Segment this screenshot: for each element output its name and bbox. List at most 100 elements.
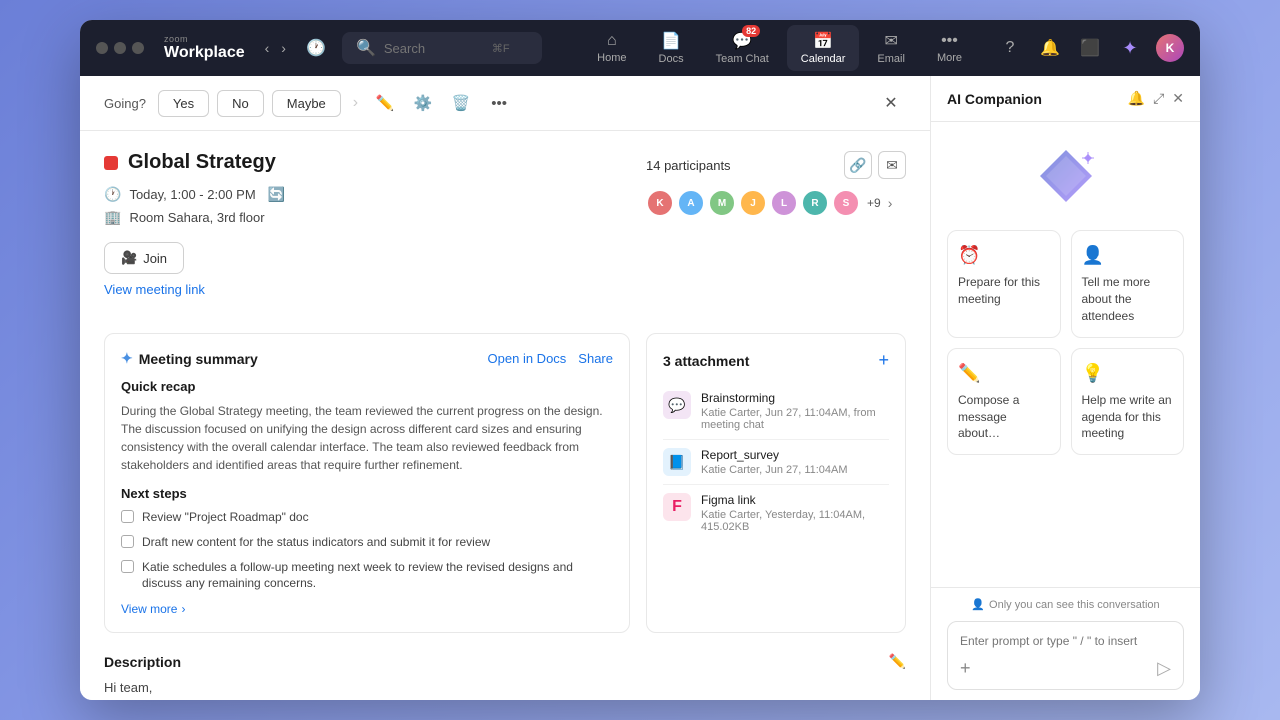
ai-title: AI Companion xyxy=(947,91,1042,107)
add-attachment-button[interactable]: + xyxy=(878,350,889,371)
participants-section: 14 participants 🔗 ✉ K A M J L xyxy=(646,151,906,217)
history-icon[interactable]: 🕐 xyxy=(302,34,330,62)
participant-avatar-7: S xyxy=(832,189,860,217)
close-light[interactable] xyxy=(96,42,108,54)
attendees-label: Tell me more about the attendees xyxy=(1082,274,1174,324)
attachment-figma-icon: F xyxy=(663,493,691,521)
search-input[interactable] xyxy=(384,41,484,56)
next-step-2: Draft new content for the status indicat… xyxy=(121,534,613,551)
tab-email[interactable]: ✉ Email xyxy=(863,25,919,71)
event-right: 14 participants 🔗 ✉ K A M J L xyxy=(646,151,906,297)
participant-avatar-2: A xyxy=(677,189,705,217)
attachments-card: 3 attachment + 💬 Brainstorming Katie Car… xyxy=(646,333,906,633)
join-button[interactable]: 🎥 Join xyxy=(104,242,184,274)
edit-description-icon[interactable]: ✏️ xyxy=(889,653,906,670)
chat-badge: 82 xyxy=(742,25,760,37)
attachment-1-meta: Katie Carter, Jun 27, 11:04AM, from meet… xyxy=(701,407,889,431)
settings-icon[interactable]: ⚙️ xyxy=(408,88,438,118)
minimize-light[interactable] xyxy=(114,42,126,54)
attachment-doc-icon: 📘 xyxy=(663,448,691,476)
search-bar[interactable]: 🔍 ⌘F xyxy=(342,32,542,64)
copy-link-button[interactable]: 🔗 xyxy=(844,151,872,179)
tab-team-chat[interactable]: 💬 82 Team Chat xyxy=(702,25,783,71)
ai-info-icon[interactable]: 🔔 xyxy=(1128,90,1145,107)
ai-add-button[interactable]: + xyxy=(960,658,971,679)
event-title: Global Strategy xyxy=(128,151,276,174)
rsvp-no-button[interactable]: No xyxy=(217,90,264,117)
zoom-brand: zoom Workplace xyxy=(164,34,245,62)
ai-suggestion-compose[interactable]: ✏️ Compose a message about… xyxy=(947,348,1061,456)
search-shortcut: ⌘F xyxy=(492,42,510,55)
event-details: Global Strategy 🕐 Today, 1:00 - 2:00 PM … xyxy=(80,131,930,317)
event-location: Room Sahara, 3rd floor xyxy=(129,210,264,225)
clock-icon: 🕐 xyxy=(104,186,121,203)
back-arrow[interactable]: ‹ xyxy=(261,38,274,58)
ai-send-button[interactable]: ▷ xyxy=(1157,658,1171,679)
ai-sparkle-icon[interactable]: ✦ xyxy=(1116,34,1144,62)
attendees-icon: 👤 xyxy=(1082,243,1174,268)
nav-tabs: ⌂ Home 📄 Docs 💬 82 Team Chat 📅 Calendar … xyxy=(583,25,976,71)
next-step-1: Review "Project Roadmap" doc xyxy=(121,509,613,526)
checkbox-3[interactable] xyxy=(121,560,134,573)
attachment-brainstorming[interactable]: 💬 Brainstorming Katie Carter, Jun 27, 11… xyxy=(663,383,889,440)
ai-header: AI Companion 🔔 ⤢ ✕ xyxy=(931,76,1200,122)
join-icon: 🎥 xyxy=(121,250,137,266)
ai-suggestion-prepare[interactable]: ⏰ Prepare for this meeting xyxy=(947,230,1061,338)
forward-arrow[interactable]: › xyxy=(277,38,290,58)
attachment-2-info: Report_survey Katie Carter, Jun 27, 11:0… xyxy=(701,448,889,476)
close-event-button[interactable]: ✕ xyxy=(876,88,906,118)
event-meta: 🕐 Today, 1:00 - 2:00 PM 🔄 🏢 Room Sahara,… xyxy=(104,186,622,226)
next-step-3: Katie schedules a follow-up meeting next… xyxy=(121,559,613,593)
ai-close-icon[interactable]: ✕ xyxy=(1172,90,1184,107)
delete-icon[interactable]: 🗑️ xyxy=(446,88,476,118)
ai-diamond-logo xyxy=(1036,146,1096,206)
attachment-3-name: Figma link xyxy=(701,493,889,507)
ai-suggestions: ⏰ Prepare for this meeting 👤 Tell me mor… xyxy=(947,230,1184,455)
edit-icon[interactable]: ✏️ xyxy=(370,88,400,118)
description-body: Hi team, I would love us to have a sync … xyxy=(104,678,906,700)
tab-more[interactable]: ••• More xyxy=(923,26,976,70)
checkbox-2[interactable] xyxy=(121,535,134,548)
more-options-icon[interactable]: ••• xyxy=(484,88,514,118)
attachment-figma[interactable]: F Figma link Katie Carter, Yesterday, 11… xyxy=(663,485,889,541)
tab-docs[interactable]: 📄 Docs xyxy=(645,25,698,71)
help-icon[interactable]: ? xyxy=(996,34,1024,62)
avatar[interactable]: K xyxy=(1156,34,1184,62)
next-steps-list: Review "Project Roadmap" doc Draft new c… xyxy=(121,509,613,592)
attachment-report[interactable]: 📘 Report_survey Katie Carter, Jun 27, 11… xyxy=(663,440,889,485)
attachment-2-meta: Katie Carter, Jun 27, 11:04AM xyxy=(701,464,889,476)
quick-recap-label: Quick recap xyxy=(121,379,613,394)
rsvp-maybe-button[interactable]: Maybe xyxy=(272,90,341,117)
ai-expand-icon[interactable]: ⤢ xyxy=(1153,90,1164,107)
notification-icon[interactable]: 🔔 xyxy=(1036,34,1064,62)
screen-share-icon[interactable]: ⬛ xyxy=(1076,34,1104,62)
view-more-button[interactable]: View more › xyxy=(121,602,613,616)
ai-input-actions: + ▷ xyxy=(960,658,1171,679)
zoom-text: zoom xyxy=(164,34,188,44)
main-content: Going? Yes No Maybe › ✏️ ⚙️ 🗑️ ••• ✕ Glo… xyxy=(80,76,930,700)
ai-suggestion-attendees[interactable]: 👤 Tell me more about the attendees xyxy=(1071,230,1185,338)
chevron-right-icon[interactable]: › xyxy=(349,90,362,116)
ai-footer: 👤 Only you can see this conversation + ▷ xyxy=(931,587,1200,700)
rsvp-yes-button[interactable]: Yes xyxy=(158,90,209,117)
search-icon: 🔍 xyxy=(356,38,376,58)
event-toolbar: Going? Yes No Maybe › ✏️ ⚙️ 🗑️ ••• ✕ xyxy=(80,76,930,131)
ai-suggestion-agenda[interactable]: 💡 Help me write an agenda for this meeti… xyxy=(1071,348,1185,456)
meeting-summary-card: ✦ Meeting summary Open in Docs Share Qui… xyxy=(104,333,630,633)
tab-home[interactable]: ⌂ Home xyxy=(583,26,640,70)
checkbox-1[interactable] xyxy=(121,510,134,523)
share-link[interactable]: Share xyxy=(578,351,613,366)
maximize-light[interactable] xyxy=(132,42,144,54)
agenda-label: Help me write an agenda for this meeting xyxy=(1082,392,1174,442)
participants-next-button[interactable]: › xyxy=(888,195,893,211)
participant-avatar-5: L xyxy=(770,189,798,217)
ai-input-area[interactable]: + ▷ xyxy=(947,621,1184,690)
email-participants-button[interactable]: ✉ xyxy=(878,151,906,179)
participant-avatar-6: R xyxy=(801,189,829,217)
ai-prompt-input[interactable] xyxy=(960,634,1171,648)
tab-calendar[interactable]: 📅 Calendar xyxy=(787,25,860,71)
view-meeting-link[interactable]: View meeting link xyxy=(104,282,622,297)
open-in-docs-link[interactable]: Open in Docs xyxy=(488,351,567,366)
description-title: Description xyxy=(104,654,181,670)
tab-home-label: Home xyxy=(597,52,626,64)
